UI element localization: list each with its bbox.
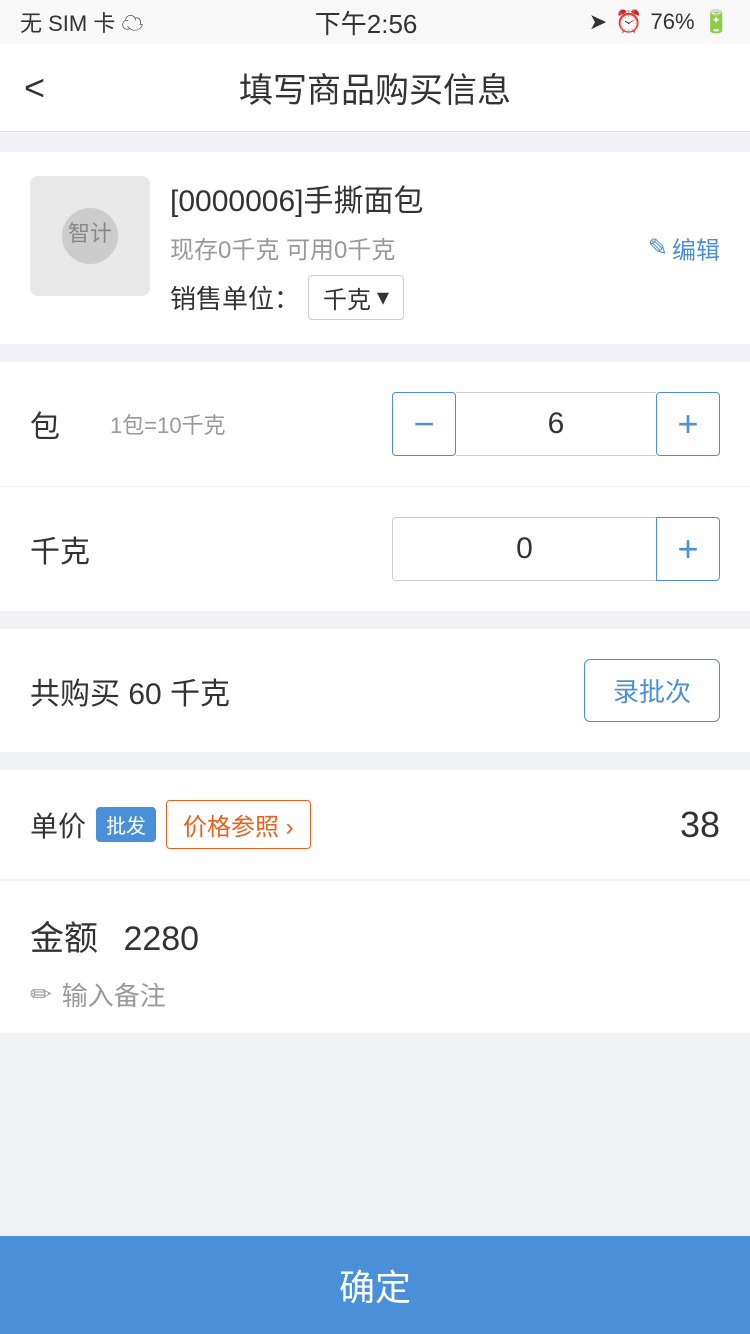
confirm-bar[interactable]: 确定 xyxy=(0,1236,750,1334)
status-left: 无 SIM 卡 ☁ xyxy=(20,6,143,38)
bag-quantity-controls: − + xyxy=(392,392,720,456)
nav-bar: < 填写商品购买信息 xyxy=(0,44,750,132)
bag-plus-button[interactable]: + xyxy=(656,392,720,456)
unit-value: 千克 xyxy=(323,280,371,315)
price-value: 38 xyxy=(680,804,720,846)
kg-quantity-input[interactable] xyxy=(392,517,656,581)
product-name: [0000006]手撕面包 xyxy=(170,176,720,220)
product-image: 智计 xyxy=(30,176,150,296)
amount-value: 2280 xyxy=(123,920,199,958)
kg-quantity-controls: + xyxy=(392,517,720,581)
product-unit-row: 销售单位： 千克 ▾ xyxy=(170,275,720,320)
total-row: 共购买 60 千克 录批次 xyxy=(0,629,750,752)
amount-label: 金额 xyxy=(30,920,98,958)
product-stock: 现存0千克 可用0千克 xyxy=(170,230,720,265)
quantity-section: 包 1包=10千克 − + 千克 + xyxy=(0,362,750,611)
kg-plus-button[interactable]: + xyxy=(656,517,720,581)
edit-label: 编辑 xyxy=(672,231,720,266)
batch-button[interactable]: 录批次 xyxy=(584,659,720,722)
kg-label: 千克 xyxy=(30,527,392,571)
batch-tag: 批发 xyxy=(96,807,156,842)
back-button[interactable]: < xyxy=(24,67,45,109)
battery-icon: 🔋 xyxy=(703,9,730,35)
edit-icon: ✎ xyxy=(648,234,668,263)
pencil-icon: ✏ xyxy=(30,979,52,1010)
location-icon: ➤ xyxy=(589,9,607,35)
status-time: 下午2:56 xyxy=(315,4,418,41)
note-placeholder: 输入备注 xyxy=(62,976,166,1013)
unit-chevron-icon: ▾ xyxy=(377,283,389,312)
product-info: [0000006]手撕面包 现存0千克 可用0千克 销售单位： 千克 ▾ xyxy=(170,176,720,320)
kg-quantity-row: 千克 + xyxy=(0,487,750,611)
page-title: 填写商品购买信息 xyxy=(239,63,511,112)
unit-label: 销售单位： xyxy=(170,279,300,316)
battery-label: 76% xyxy=(651,9,695,35)
amount-section: 金额 2280 ✏ 输入备注 xyxy=(0,881,750,1033)
price-label: 单价 xyxy=(30,805,86,845)
price-ref-button[interactable]: 价格参照 › xyxy=(166,800,311,849)
price-section: 单价 批发 价格参照 › 38 xyxy=(0,770,750,879)
spacer xyxy=(0,1033,750,1233)
price-label-group: 单价 批发 价格参照 › xyxy=(30,800,311,849)
status-bar: 无 SIM 卡 ☁ 下午2:56 ➤ ⏰ 76% 🔋 xyxy=(0,0,750,44)
product-card: 智计 [0000006]手撕面包 现存0千克 可用0千克 销售单位： 千克 ▾ … xyxy=(0,152,750,344)
amount-row: 金额 2280 xyxy=(30,911,720,960)
confirm-button[interactable]: 确定 xyxy=(339,1259,411,1311)
bag-hint: 1包=10千克 xyxy=(110,408,392,440)
bag-quantity-input[interactable] xyxy=(456,392,656,456)
status-right: ➤ ⏰ 76% 🔋 xyxy=(589,9,730,35)
unit-selector[interactable]: 千克 ▾ xyxy=(308,275,404,320)
edit-button[interactable]: ✎ 编辑 xyxy=(648,231,720,266)
total-text: 共购买 60 千克 xyxy=(30,669,230,713)
bag-quantity-row: 包 1包=10千克 − + xyxy=(0,362,750,487)
svg-text:智计: 智计 xyxy=(68,221,112,246)
note-row[interactable]: ✏ 输入备注 xyxy=(30,976,720,1013)
bag-minus-button[interactable]: − xyxy=(392,392,456,456)
product-logo-icon: 智计 xyxy=(60,206,120,266)
alarm-icon: ⏰ xyxy=(615,9,642,35)
bag-label: 包 xyxy=(30,402,110,446)
sim-label: 无 SIM 卡 ☁ xyxy=(20,6,143,38)
